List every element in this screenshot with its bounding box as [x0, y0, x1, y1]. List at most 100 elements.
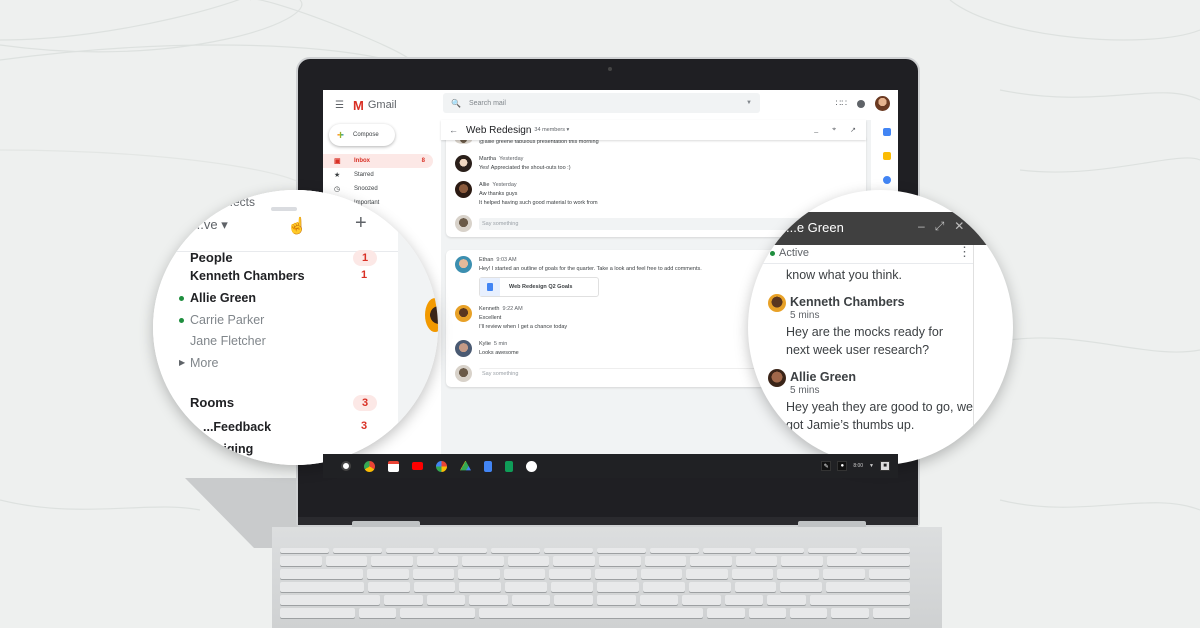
- chrome-icon[interactable]: [364, 460, 375, 472]
- chat-contact-name: ...e Green: [786, 220, 844, 235]
- pop-out-icon[interactable]: ↗: [850, 126, 856, 134]
- room-feedback[interactable]: ...Feedback: [203, 420, 271, 434]
- launcher-icon[interactable]: [341, 461, 351, 471]
- message-text: Hey yeah they are good to go, we: [786, 400, 973, 414]
- minimize-icon[interactable]: _: [814, 126, 818, 134]
- person-jane-fletcher[interactable]: Jane Fletcher: [190, 334, 266, 348]
- people-unread-badge: 1: [353, 250, 377, 266]
- divider: [973, 245, 974, 465]
- unread-count: 1: [361, 269, 368, 281]
- status-dropdown[interactable]: ...ve ▾: [193, 217, 228, 233]
- hamburger-menu-icon[interactable]: ☰: [335, 100, 345, 111]
- rooms-unread-badge: 3: [353, 395, 377, 411]
- message: Allie Yesterday Aw thanks guys It helped …: [446, 177, 866, 212]
- account-avatar[interactable]: [875, 96, 890, 111]
- apps-grid-icon[interactable]: ∷∷: [836, 98, 847, 109]
- notification-bell-icon[interactable]: ●: [837, 461, 848, 471]
- projects-label: ...ects: [223, 195, 256, 209]
- message-author: Kylie: [479, 341, 491, 347]
- message-author: Kenneth Chambers: [790, 295, 905, 309]
- compose-plus-icon: +: [337, 128, 345, 142]
- search-options-icon[interactable]: ▼: [746, 100, 752, 106]
- compose-button[interactable]: + Compose: [329, 124, 395, 146]
- search-icon: 🔍: [451, 98, 461, 108]
- message-time: 9:22 AM: [502, 306, 523, 312]
- my-avatar: [455, 215, 472, 232]
- nav-item-starred[interactable]: ★ Starred: [323, 168, 433, 182]
- rooms-section-label[interactable]: Rooms: [190, 395, 234, 410]
- resize-grip[interactable]: [271, 207, 297, 211]
- room-messaging[interactable]: ...iging: [213, 442, 253, 456]
- gmail-icon[interactable]: [388, 460, 399, 472]
- docs-icon[interactable]: [484, 460, 492, 472]
- message-text: Excellent: [479, 315, 502, 321]
- avatar: [768, 294, 786, 312]
- gmail-logo[interactable]: M Gmail: [353, 98, 397, 113]
- online-dot-icon: [770, 250, 775, 256]
- hand-cursor-icon: ☝: [287, 218, 307, 235]
- play-store-icon[interactable]: [526, 460, 537, 472]
- message-author: Ethan: [479, 257, 494, 263]
- message-text: Hey are the mocks ready for: [786, 325, 944, 339]
- nav-item-inbox[interactable]: ▣ Inbox 8: [323, 154, 433, 168]
- chat-list-header: ...ects ...ve ▾ ☝ +: [153, 190, 398, 252]
- drive-icon[interactable]: [460, 460, 471, 471]
- more-options-icon[interactable]: ⋮: [958, 244, 971, 260]
- message-text: next week user research?: [786, 343, 930, 357]
- room-header: ← Web Redesign 34 members ▾ _ ⌖ ↗: [441, 120, 866, 140]
- attachment-title: Web Redesign Q2 Goals: [509, 283, 573, 290]
- exit-fullscreen-icon[interactable]: ⌖: [832, 126, 836, 134]
- room-title: Web Redesign: [466, 124, 532, 136]
- stylus-icon[interactable]: ✎: [821, 461, 832, 471]
- reply-button[interactable]: + Reply: [762, 431, 784, 441]
- magnifier-people-rooms: ...ects ...ve ▾ ☝ + People 1 Kenneth Cha…: [153, 190, 438, 465]
- expand-icon[interactable]: ⤢: [935, 219, 945, 234]
- room-members-dropdown[interactable]: 34 members ▾: [534, 127, 569, 133]
- message-author: Martha: [479, 156, 497, 162]
- wifi-icon: ▼: [869, 463, 874, 469]
- account-tray-icon[interactable]: ■: [880, 461, 890, 471]
- status-area[interactable]: ✎ ● 8:00 ▼ ■: [821, 461, 890, 471]
- chat-window-header: ...e Green – ⤢ ✕: [748, 212, 1013, 245]
- inbox-count: 8: [421, 158, 425, 164]
- avatar: [455, 256, 472, 273]
- person-kenneth-chambers[interactable]: Kenneth Chambers: [190, 269, 305, 283]
- search-input[interactable]: 🔍 Search mail ▼: [443, 93, 760, 113]
- camera: [608, 67, 612, 71]
- photos-icon[interactable]: [436, 460, 447, 472]
- online-dot-icon: [179, 318, 184, 323]
- message-time: Yesterday: [492, 182, 517, 188]
- add-chat-button[interactable]: +: [355, 212, 367, 235]
- keep-icon[interactable]: [882, 152, 891, 160]
- message-time: 5 mins: [790, 310, 820, 321]
- magnifier-chat-window: ...e Green – ⤢ ✕ Active ⋮ know what you …: [748, 190, 1013, 465]
- person-carrie-parker[interactable]: Carrie Parker: [190, 313, 264, 327]
- close-icon[interactable]: ✕: [954, 219, 964, 234]
- people-section-label[interactable]: People: [190, 250, 233, 265]
- avatar: [455, 340, 472, 357]
- back-arrow-icon[interactable]: ←: [449, 125, 458, 135]
- avatar: [455, 305, 472, 322]
- calendar-icon[interactable]: [882, 128, 891, 136]
- message-text: It helped having such good material to w…: [479, 200, 598, 206]
- expand-triangle-icon: ▶: [179, 358, 186, 367]
- gmail-topbar: ☰ M Gmail 🔍 Search mail ▼ ∷∷: [323, 90, 898, 120]
- message-time: 5 mins: [790, 385, 820, 396]
- gmail-wordmark: Gmail: [367, 99, 397, 111]
- sheets-icon[interactable]: [505, 460, 513, 472]
- chromeos-shelf: ✎ ● 8:00 ▼ ■: [323, 454, 898, 478]
- more-people-link[interactable]: More: [190, 356, 218, 370]
- message-time: 9:03 AM: [496, 257, 517, 263]
- room-window-actions: _ ⌖ ↗: [814, 126, 856, 134]
- message-text: Looks awesome: [479, 350, 519, 356]
- doc-attachment[interactable]: Web Redesign Q2 Goals: [479, 277, 599, 297]
- status-label: Active: [779, 247, 809, 259]
- person-allie-green[interactable]: Allie Green: [190, 291, 256, 305]
- notifications-icon[interactable]: [857, 99, 865, 108]
- message-text: Yes! Appreciated the shout-outs too :): [479, 165, 571, 171]
- tasks-icon[interactable]: [882, 176, 891, 184]
- unread-count: 3: [361, 420, 368, 432]
- minimize-icon[interactable]: –: [918, 219, 925, 234]
- youtube-icon[interactable]: [412, 462, 423, 470]
- message-text: got Jamie’s thumbs up.: [786, 418, 915, 432]
